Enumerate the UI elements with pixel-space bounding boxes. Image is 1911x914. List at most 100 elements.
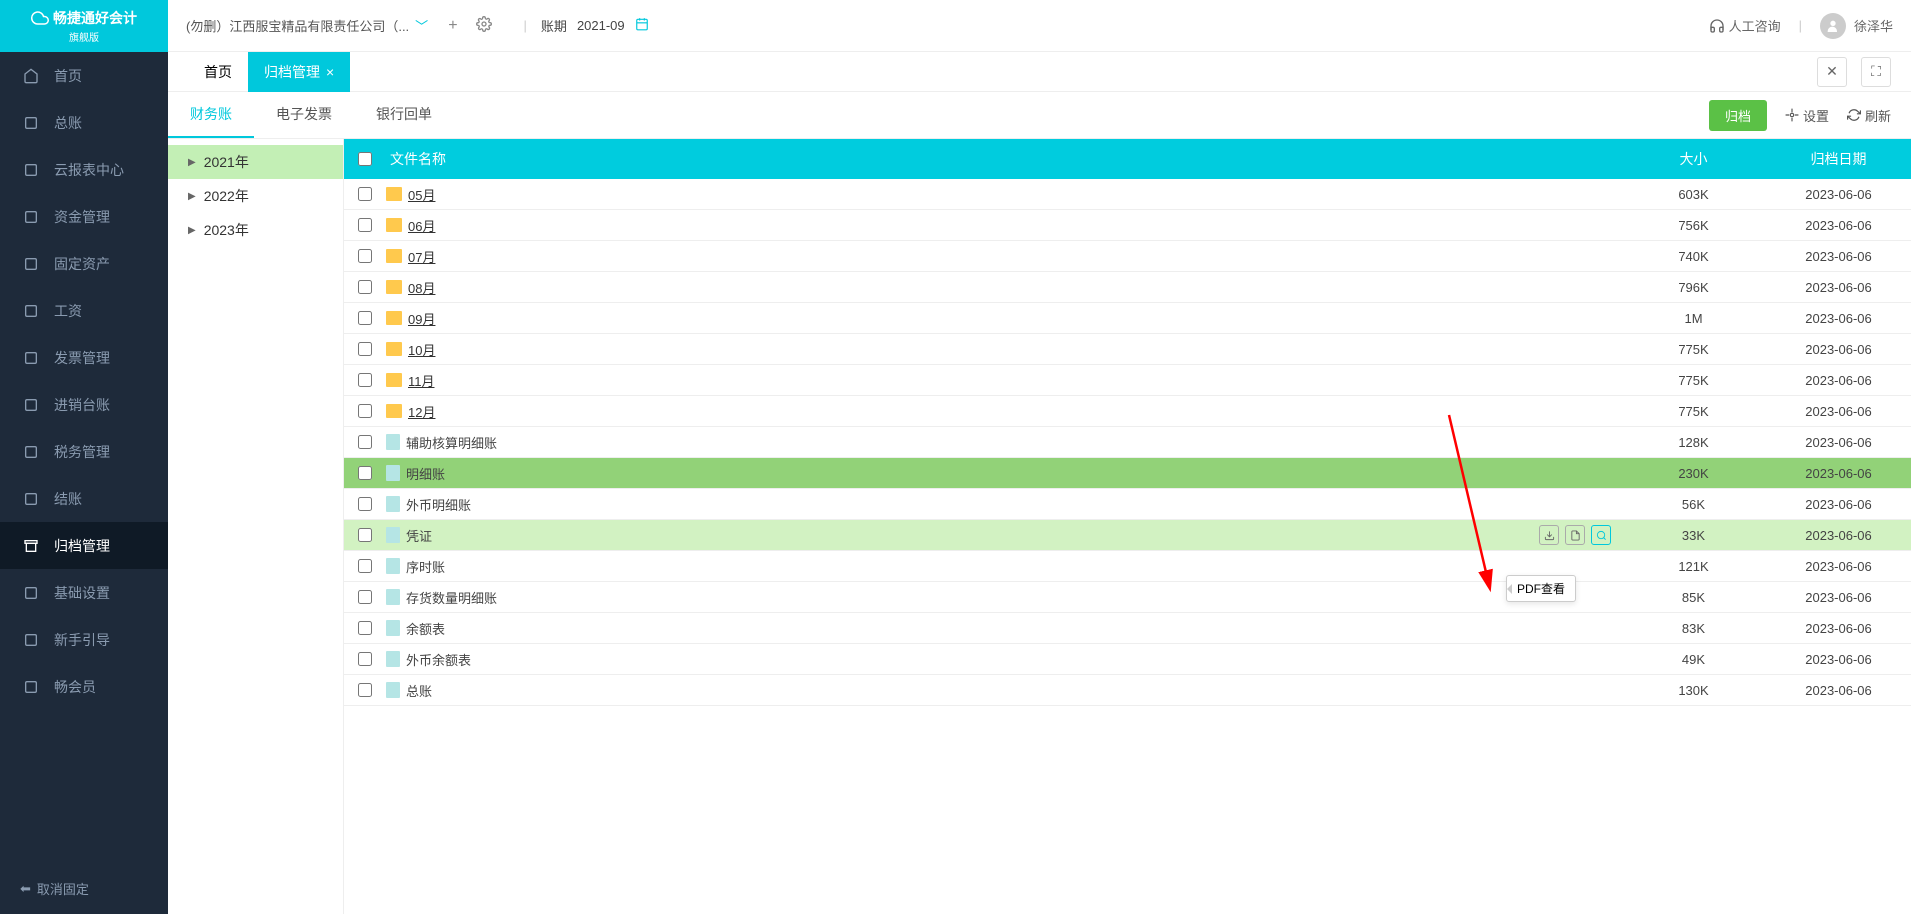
fullscreen-button[interactable]: ⛶ — [1861, 57, 1891, 87]
close-panel-button[interactable]: ✕ — [1817, 57, 1847, 87]
nav-label: 税务管理 — [54, 442, 110, 462]
guide-icon — [22, 631, 40, 649]
nav-item-4[interactable]: 固定资产 — [0, 240, 168, 287]
user-menu[interactable]: 徐泽华 — [1820, 13, 1893, 39]
company-selector[interactable]: (勿删）江西服宝精品有限责任公司（... ﹀ — [186, 16, 428, 35]
settings-button[interactable]: 设置 — [1785, 106, 1829, 125]
row-checkbox[interactable] — [358, 621, 372, 635]
row-checkbox[interactable] — [358, 404, 372, 418]
row-checkbox[interactable] — [358, 652, 372, 666]
pdf-icon[interactable] — [1565, 525, 1585, 545]
file-name[interactable]: 11月 — [408, 371, 435, 390]
file-name[interactable]: 12月 — [408, 402, 435, 421]
subtab-bankreceipt[interactable]: 银行回单 — [354, 92, 454, 138]
file-name[interactable]: 08月 — [408, 278, 435, 297]
table-row[interactable]: 10月775K2023-06-06 — [344, 334, 1911, 365]
unpin-button[interactable]: ⬅ 取消固定 — [0, 863, 168, 914]
file-name: 总账 — [406, 681, 432, 700]
year-item[interactable]: ▶2022年 — [168, 179, 343, 213]
row-checkbox[interactable] — [358, 280, 372, 294]
file-date: 2023-06-06 — [1766, 280, 1911, 295]
row-checkbox[interactable] — [358, 435, 372, 449]
file-size: 83K — [1621, 621, 1766, 636]
table-row[interactable]: 凭证33K2023-06-06 — [344, 520, 1911, 551]
table-row[interactable]: 08月796K2023-06-06 — [344, 272, 1911, 303]
table-row[interactable]: 07月740K2023-06-06 — [344, 241, 1911, 272]
row-checkbox[interactable] — [358, 590, 372, 604]
nav-label: 发票管理 — [54, 348, 110, 368]
row-checkbox[interactable] — [358, 497, 372, 511]
row-checkbox[interactable] — [358, 311, 372, 325]
file-name[interactable]: 09月 — [408, 309, 435, 328]
nav-item-12[interactable]: 新手引导 — [0, 616, 168, 663]
nav-item-7[interactable]: 进销台账 — [0, 381, 168, 428]
row-checkbox[interactable] — [358, 683, 372, 697]
nav-item-8[interactable]: 税务管理 — [0, 428, 168, 475]
table-row[interactable]: 余额表83K2023-06-06 — [344, 613, 1911, 644]
nav-item-2[interactable]: 云报表中心 — [0, 146, 168, 193]
tab-archive[interactable]: 归档管理 × — [248, 52, 350, 92]
nav-item-5[interactable]: 工资 — [0, 287, 168, 334]
row-checkbox[interactable] — [358, 218, 372, 232]
subtab-einvoice[interactable]: 电子发票 — [254, 92, 354, 138]
tab-home[interactable]: 首页 — [188, 52, 248, 92]
pdf-view-icon[interactable] — [1591, 525, 1611, 545]
table-row[interactable]: 06月756K2023-06-06 — [344, 210, 1911, 241]
table-row[interactable]: 11月775K2023-06-06 — [344, 365, 1911, 396]
row-checkbox[interactable] — [358, 187, 372, 201]
file-name: 余额表 — [406, 619, 445, 638]
col-name: 文件名称 — [386, 149, 1621, 169]
subtab-finance[interactable]: 财务账 — [168, 92, 254, 138]
calendar-icon[interactable] — [635, 17, 649, 34]
file-date: 2023-06-06 — [1766, 652, 1911, 667]
gear-icon[interactable] — [476, 16, 492, 35]
nav-label: 基础设置 — [54, 583, 110, 603]
refresh-button[interactable]: 刷新 — [1847, 106, 1891, 125]
support-button[interactable]: 人工咨询 — [1709, 16, 1781, 35]
table-row[interactable]: 09月1M2023-06-06 — [344, 303, 1911, 334]
tab-home-label: 首页 — [204, 62, 232, 82]
table-row[interactable]: 明细账230K2023-06-06 — [344, 458, 1911, 489]
year-item[interactable]: ▶2021年 — [168, 145, 343, 179]
nav-item-0[interactable]: 首页 — [0, 52, 168, 99]
file-name: 辅助核算明细账 — [406, 433, 497, 452]
file-size: 33K — [1621, 528, 1766, 543]
select-all-checkbox[interactable] — [358, 152, 372, 166]
nav-item-9[interactable]: 结账 — [0, 475, 168, 522]
col-date: 归档日期 — [1766, 149, 1911, 169]
sidebar: 畅捷通好会计 旗舰版 首页总账云报表中心资金管理固定资产工资发票管理进销台账税务… — [0, 0, 168, 914]
table-row[interactable]: 05月603K2023-06-06 — [344, 179, 1911, 210]
nav-item-13[interactable]: 畅会员 — [0, 663, 168, 710]
row-checkbox[interactable] — [358, 249, 372, 263]
table-row[interactable]: 序时账121K2023-06-06 — [344, 551, 1911, 582]
archive-button[interactable]: 归档 — [1709, 100, 1767, 131]
table-row[interactable]: 存货数量明细账85K2023-06-06 — [344, 582, 1911, 613]
close-icon[interactable]: × — [326, 64, 334, 80]
download-icon[interactable] — [1539, 525, 1559, 545]
add-icon[interactable]: + — [448, 17, 457, 35]
row-checkbox[interactable] — [358, 559, 372, 573]
file-name[interactable]: 07月 — [408, 247, 435, 266]
row-checkbox[interactable] — [358, 466, 372, 480]
nav-item-10[interactable]: 归档管理 — [0, 522, 168, 569]
nav-item-1[interactable]: 总账 — [0, 99, 168, 146]
table-row[interactable]: 辅助核算明细账128K2023-06-06 — [344, 427, 1911, 458]
row-checkbox[interactable] — [358, 342, 372, 356]
file-name[interactable]: 06月 — [408, 216, 435, 235]
year-item[interactable]: ▶2023年 — [168, 213, 343, 247]
file-name[interactable]: 05月 — [408, 185, 435, 204]
row-checkbox[interactable] — [358, 528, 372, 542]
table-row[interactable]: 外币明细账56K2023-06-06 — [344, 489, 1911, 520]
table-row[interactable]: 外币余额表49K2023-06-06 — [344, 644, 1911, 675]
file-icon — [386, 620, 400, 636]
settings-label: 设置 — [1803, 106, 1829, 125]
period-value[interactable]: 2021-09 — [577, 18, 625, 33]
file-name[interactable]: 10月 — [408, 340, 435, 359]
nav-item-6[interactable]: 发票管理 — [0, 334, 168, 381]
year-tree: ▶2021年▶2022年▶2023年 — [168, 139, 343, 914]
table-row[interactable]: 12月775K2023-06-06 — [344, 396, 1911, 427]
row-checkbox[interactable] — [358, 373, 372, 387]
nav-item-3[interactable]: 资金管理 — [0, 193, 168, 240]
table-row[interactable]: 总账130K2023-06-06 — [344, 675, 1911, 706]
nav-item-11[interactable]: 基础设置 — [0, 569, 168, 616]
